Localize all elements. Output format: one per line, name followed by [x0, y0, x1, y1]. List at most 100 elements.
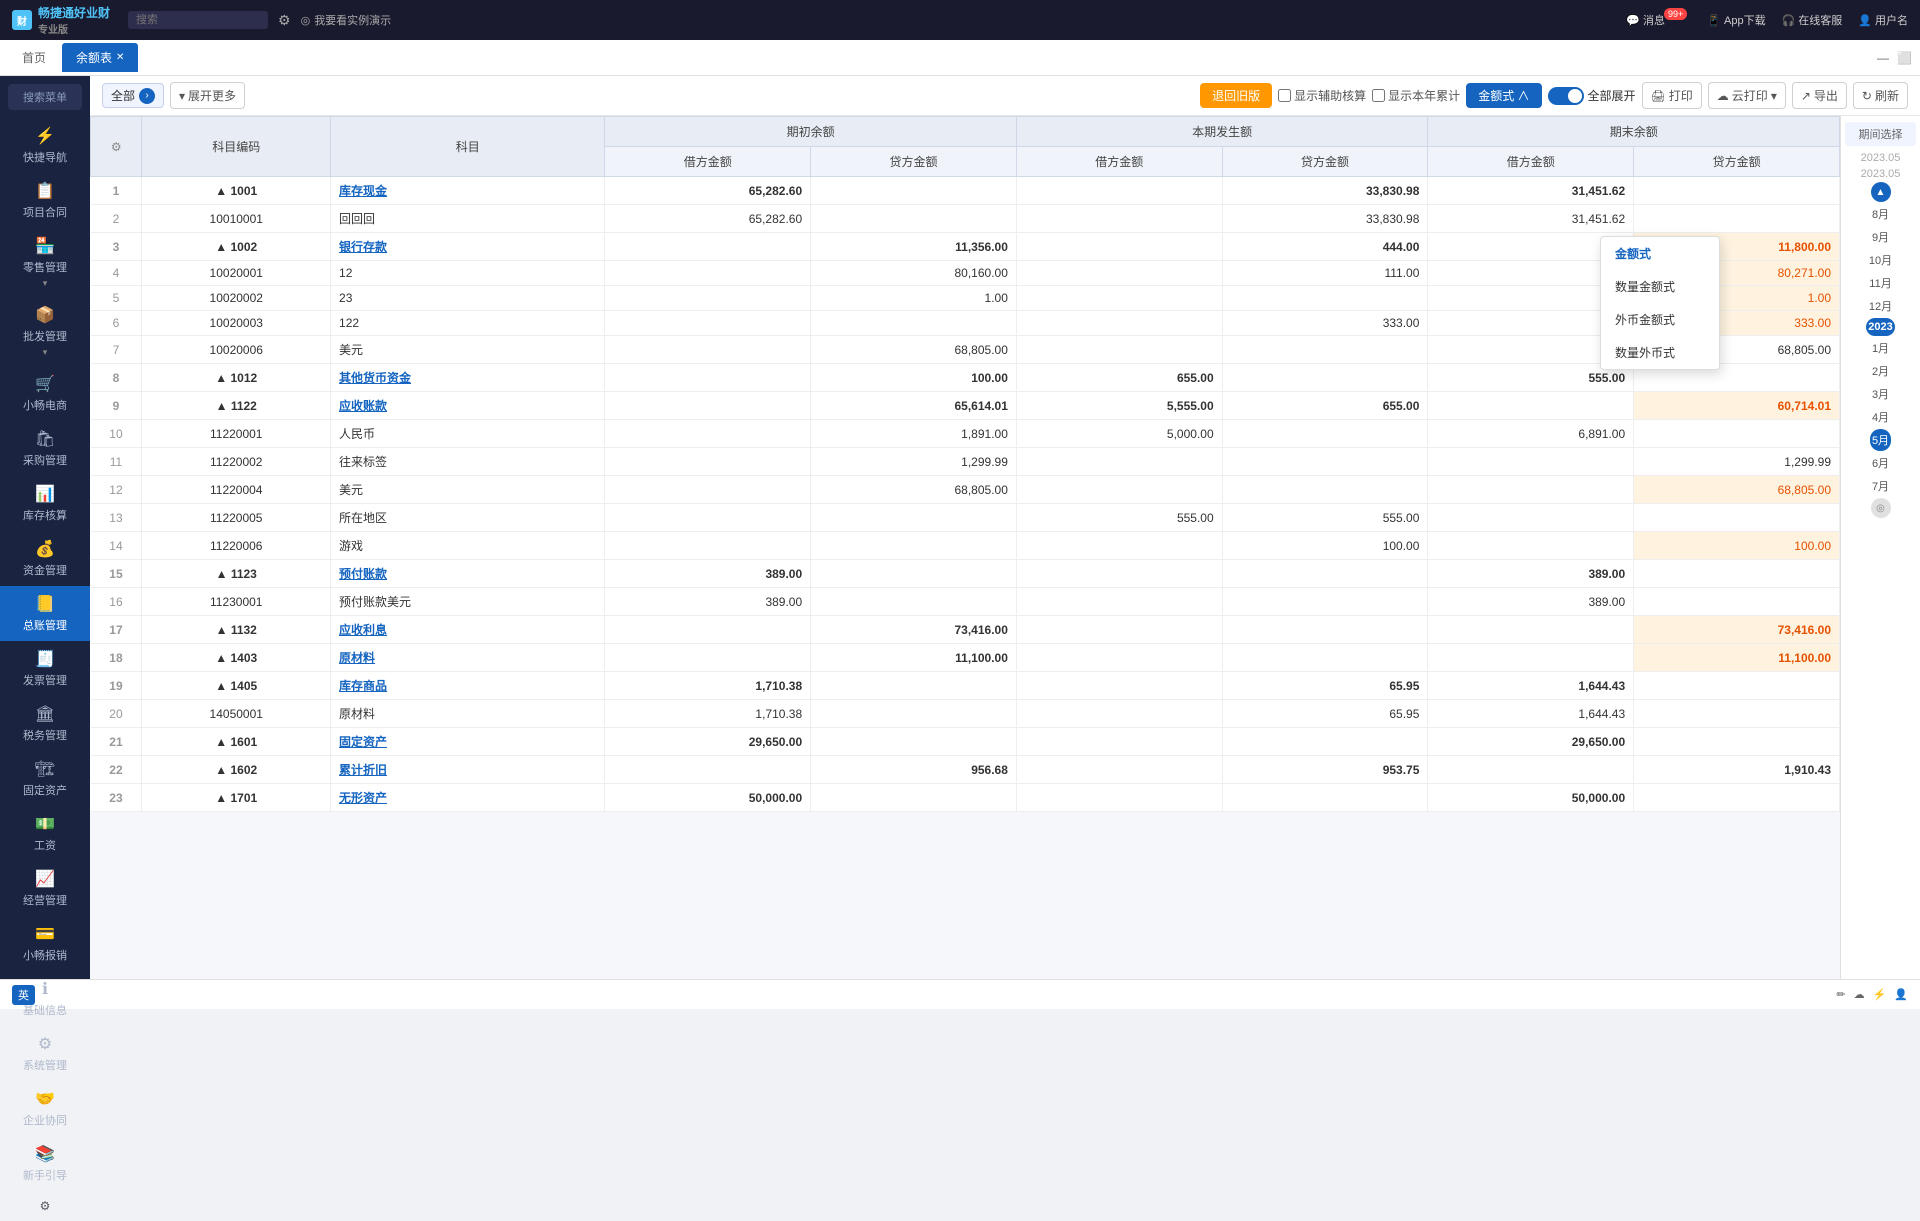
sidebar-item-ecommerce[interactable]: 🛒 小畅电商 — [0, 366, 90, 421]
sidebar-item-project[interactable]: 📋 项目合同 — [0, 173, 90, 228]
cp-credit-cell — [1222, 476, 1428, 504]
subject-name-link[interactable]: 应收账款 — [339, 399, 387, 413]
table-row: 22 ▲ 1602 累计折旧 956.68 953.75 1,910.43 — [91, 756, 1840, 784]
sidebar-item-operations[interactable]: 📈 经营管理 — [0, 861, 90, 916]
audit-checkbox-input[interactable] — [1278, 89, 1291, 102]
period-month-5[interactable]: 5月 — [1870, 429, 1891, 451]
dropdown-item-foreign-amount[interactable]: 外币金额式 — [1601, 303, 1719, 336]
period-month-11[interactable]: 11月 — [1867, 272, 1893, 294]
sidebar-item-tax[interactable]: 🏛 税务管理 — [0, 696, 90, 751]
subject-code: 11220006 — [142, 532, 331, 560]
sidebar-item-guide[interactable]: 📚 新手引导 — [0, 1136, 90, 1191]
ob-debit-cell: 1,710.38 — [605, 672, 811, 700]
period-month-6[interactable]: 6月 — [1870, 452, 1891, 474]
global-search-input[interactable] — [128, 11, 268, 29]
tab-balance-sheet[interactable]: 余额表 ✕ — [62, 43, 138, 72]
period-down-btn[interactable]: ◎ — [1871, 498, 1891, 518]
status-icon-edit[interactable]: ✏ — [1836, 988, 1845, 1001]
subject-name-cell: 美元 — [331, 336, 605, 364]
window-minimize-icon[interactable]: — — [1877, 51, 1889, 65]
sidebar-item-purchase[interactable]: 🛍 采购管理 — [0, 421, 90, 476]
sidebar-item-salary[interactable]: 💵 工资 — [0, 806, 90, 861]
period-year-label-2023[interactable]: 2023 — [1866, 318, 1894, 336]
cb-credit-cell — [1634, 504, 1840, 532]
tab-close-icon[interactable]: ✕ — [116, 52, 124, 63]
table-settings-icon[interactable]: ⚙ — [111, 140, 122, 154]
operations-icon: 📈 — [35, 869, 55, 889]
subject-name-link[interactable]: 应收利息 — [339, 623, 387, 637]
sidebar-item-wholesale[interactable]: 📦 批发管理 ▾ — [0, 297, 90, 366]
user-avatar[interactable]: 👤 用户名 — [1858, 12, 1908, 28]
expand-all-toggle[interactable]: 全部展开 — [1548, 87, 1636, 105]
subject-name-link[interactable]: 固定资产 — [339, 735, 387, 749]
toggle-switch[interactable] — [1548, 87, 1584, 105]
cb-credit-cell — [1634, 784, 1840, 812]
subject-name-link[interactable]: 其他货币资金 — [339, 371, 411, 385]
subject-name-link[interactable]: 库存现金 — [339, 184, 387, 198]
settings-gear-icon[interactable]: ⚙ — [278, 12, 291, 29]
cb-debit-cell — [1428, 616, 1634, 644]
period-month-4[interactable]: 4月 — [1870, 406, 1891, 428]
right-panel: 期间选择 2023.05 2023.05 ▲ 8月 9月 10月 11月 12月… — [1840, 116, 1920, 979]
status-icon-lang[interactable]: 英 — [12, 985, 35, 1005]
period-month-9[interactable]: 9月 — [1870, 226, 1891, 248]
status-icon-cloud[interactable]: ☁ — [1854, 988, 1865, 1001]
period-month-8[interactable]: 8月 — [1870, 203, 1891, 225]
status-icon-lightning[interactable]: ⚡ — [1873, 988, 1887, 1001]
sidebar-search-btn[interactable]: 搜索菜单 — [8, 84, 82, 110]
download-btn[interactable]: 📱 App下载 — [1707, 12, 1765, 28]
window-maximize-icon[interactable]: ⬜ — [1897, 51, 1912, 65]
table-row: 18 ▲ 1403 原材料 11,100.00 11,100.00 — [91, 644, 1840, 672]
ytd-checkbox-input[interactable] — [1372, 89, 1385, 102]
show-audit-checkbox[interactable]: 显示辅助核算 — [1278, 87, 1366, 104]
dropdown-item-qty-foreign[interactable]: 数量外币式 — [1601, 336, 1719, 369]
status-icon-user[interactable]: 👤 — [1894, 988, 1908, 1001]
period-month-2[interactable]: 2月 — [1870, 360, 1891, 382]
sidebar-settings-btn[interactable]: ⚙ — [0, 1191, 90, 1221]
cloud-print-btn[interactable]: ☁ 云打印 ▾ — [1708, 82, 1786, 109]
subject-name-link[interactable]: 库存商品 — [339, 679, 387, 693]
period-month-7[interactable]: 7月 — [1870, 475, 1891, 497]
period-month-12[interactable]: 12月 — [1867, 295, 1894, 317]
mode-btn[interactable]: 金额式 ∧ — [1466, 83, 1541, 108]
period-up-btn[interactable]: ▲ — [1871, 182, 1891, 202]
sidebar-item-finance[interactable]: 💰 资金管理 — [0, 531, 90, 586]
print-btn[interactable]: 🖨 打印 — [1642, 82, 1702, 109]
top-bar: 财 畅捷通好业财 专业版 ⚙ ◎ 我要看实例演示 💬 消息 99+ 📱 App下… — [0, 0, 1920, 40]
sidebar-item-system[interactable]: ⚙ 系统管理 — [0, 1026, 90, 1081]
sidebar-item-retail[interactable]: 🏪 零售管理 ▾ — [0, 228, 90, 297]
subject-name-link[interactable]: 预付账款 — [339, 567, 387, 581]
tab-home[interactable]: 首页 — [8, 43, 60, 72]
subject-name-link[interactable]: 银行存款 — [339, 240, 387, 254]
filter-arrow-icon[interactable]: › — [139, 88, 155, 104]
export-btn[interactable]: ↗ 导出 — [1792, 82, 1847, 109]
sidebar-item-expense[interactable]: 💳 小畅报销 — [0, 916, 90, 971]
refresh-btn[interactable]: ↻ 刷新 — [1853, 82, 1908, 109]
filter-box[interactable]: 全部 › — [102, 83, 164, 108]
sidebar-item-collab[interactable]: 🤝 企业协同 — [0, 1081, 90, 1136]
finance-icon: 💰 — [35, 539, 55, 559]
period-month-1[interactable]: 1月 — [1870, 337, 1891, 359]
dropdown-item-qty-amount[interactable]: 数量金额式 — [1601, 270, 1719, 303]
period-month-3[interactable]: 3月 — [1870, 383, 1891, 405]
sidebar-item-invoice[interactable]: 🧾 发票管理 — [0, 641, 90, 696]
sidebar-item-assets[interactable]: 🏗 固定资产 — [0, 751, 90, 806]
message-btn[interactable]: 💬 消息 99+ — [1626, 12, 1691, 28]
expand-more-btn[interactable]: ▾ 展开更多 — [170, 82, 245, 109]
subject-name-link[interactable]: 原材料 — [339, 651, 375, 665]
subject-code: 11220002 — [142, 448, 331, 476]
service-btn[interactable]: 🎧 在线客服 — [1782, 12, 1843, 28]
subject-name-link[interactable]: 无形资产 — [339, 791, 387, 805]
cp-debit-cell — [1016, 644, 1222, 672]
dropdown-item-amount[interactable]: 金额式 — [1601, 237, 1719, 270]
cp-credit-cell — [1222, 448, 1428, 476]
cb-debit-cell: 50,000.00 — [1428, 784, 1634, 812]
subject-name-link[interactable]: 累计折旧 — [339, 763, 387, 777]
sidebar-item-inventory[interactable]: 📊 库存核算 — [0, 476, 90, 531]
demo-link[interactable]: ◎ 我要看实例演示 — [301, 12, 392, 28]
back-to-old-btn[interactable]: 退回旧版 — [1200, 83, 1272, 108]
sidebar-item-quick-nav[interactable]: ⚡ 快捷导航 — [0, 118, 90, 173]
period-month-10[interactable]: 10月 — [1867, 249, 1894, 271]
show-ytd-checkbox[interactable]: 显示本年累计 — [1372, 87, 1460, 104]
sidebar-item-ledger[interactable]: 📒 总账管理 — [0, 586, 90, 641]
